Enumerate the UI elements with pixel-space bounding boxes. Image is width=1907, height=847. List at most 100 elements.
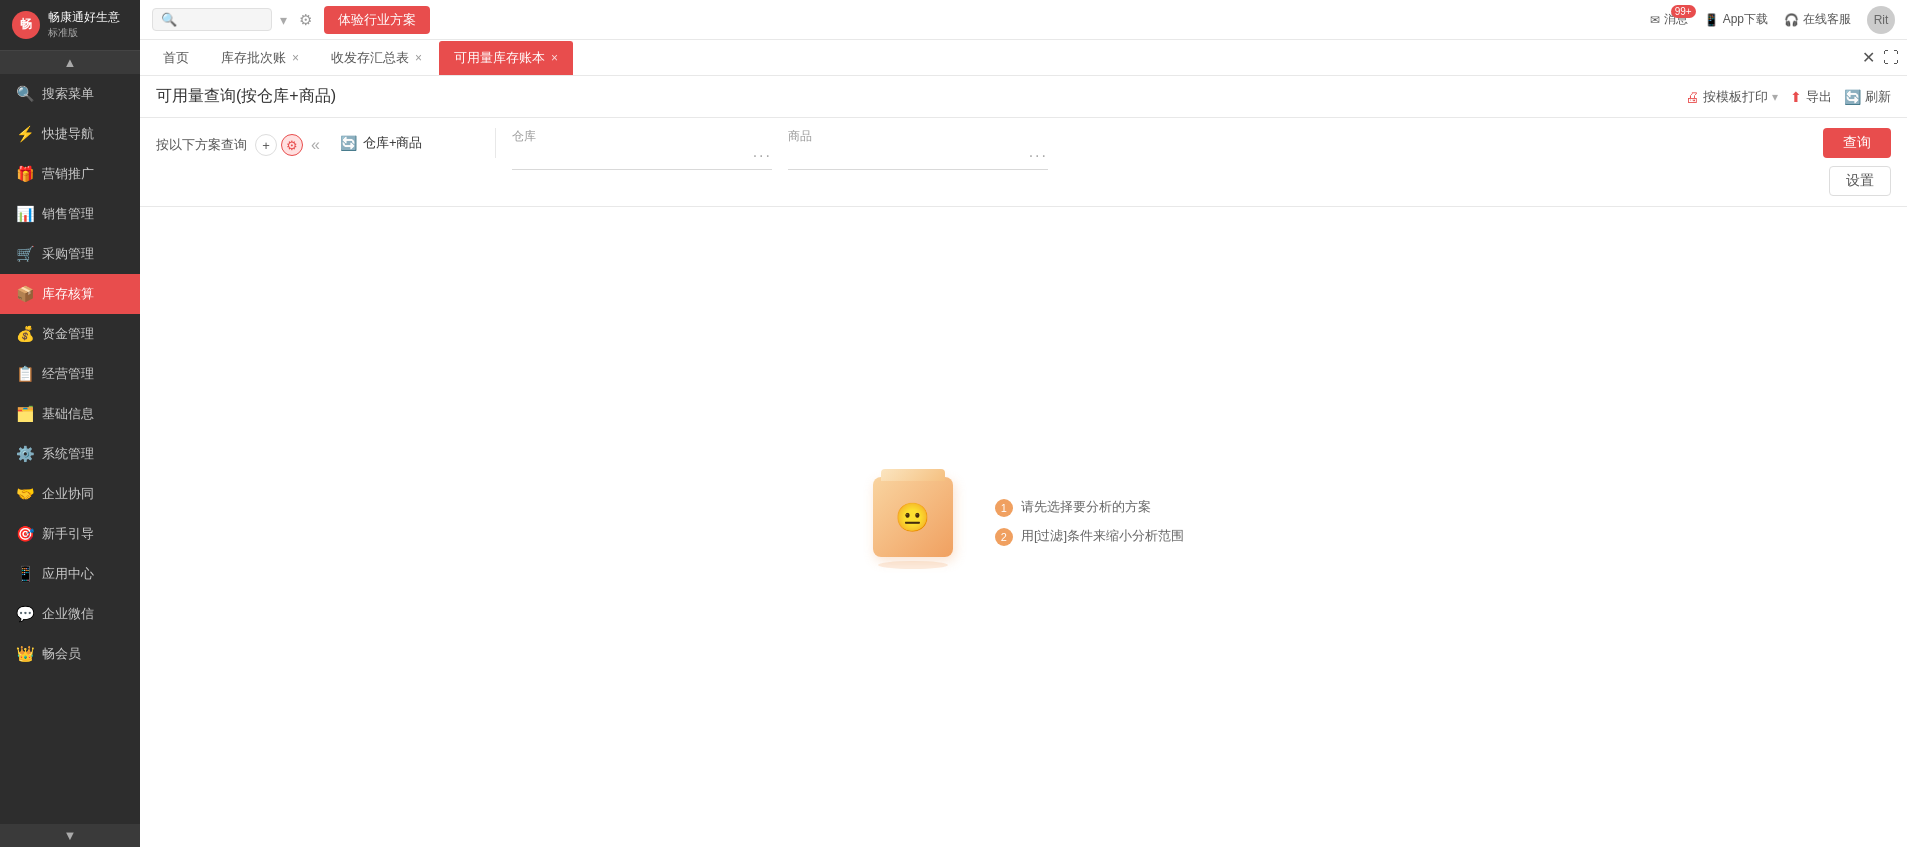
sidebar-item-label: 库存核算: [42, 285, 94, 303]
online-service-action[interactable]: 🎧 在线客服: [1784, 11, 1851, 28]
empty-hint-2: 2 用[过滤]条件来缩小分析范围: [995, 527, 1184, 546]
message-badge: 99+: [1671, 5, 1696, 18]
sidebar-item-basic-info[interactable]: 🗂️ 基础信息: [0, 394, 140, 434]
product-label: 商品: [788, 128, 1048, 145]
chart-icon: 📊: [16, 205, 34, 223]
column-settings-button[interactable]: 设置: [1829, 166, 1891, 196]
sidebar-item-marketing[interactable]: 🎁 营销推广: [0, 154, 140, 194]
print-icon: 🖨: [1685, 89, 1699, 105]
box-icon: 📦: [16, 285, 34, 303]
warehouse-input[interactable]: [512, 149, 749, 164]
refresh-label: 刷新: [1865, 88, 1891, 106]
sidebar-scroll-up[interactable]: ▲: [0, 51, 140, 74]
user-avatar[interactable]: Rit: [1867, 6, 1895, 34]
sidebar-scroll-down[interactable]: ▼: [0, 824, 140, 847]
close-all-tabs-button[interactable]: ✕: [1862, 48, 1875, 67]
sidebar-item-label: 销售管理: [42, 205, 94, 223]
empty-hint-text: 1 请先选择要分析的方案 2 用[过滤]条件来缩小分析范围: [995, 498, 1184, 556]
sidebar-item-label: 搜索菜单: [42, 85, 94, 103]
sidebar-nav: 🔍 搜索菜单 ⚡ 快捷导航 🎁 营销推广 📊 销售管理 🛒 采购管理 📦 库存核…: [0, 74, 140, 824]
sidebar-item-enterprise[interactable]: 🤝 企业协同: [0, 474, 140, 514]
scheme-item-warehouse-product[interactable]: 🔄 仓库+商品: [328, 128, 435, 158]
gift-icon: 🎁: [16, 165, 34, 183]
hint-number-1: 1: [995, 499, 1013, 517]
product-more-icon[interactable]: ···: [1029, 147, 1048, 165]
sidebar-item-inventory[interactable]: 📦 库存核算: [0, 274, 140, 314]
empty-state: 😐 1 请先选择要分析的方案 2 用[过滤]条件来缩小分析范围: [140, 207, 1907, 847]
collapse-icon[interactable]: «: [311, 128, 320, 154]
sidebar-item-quick[interactable]: ⚡ 快捷导航: [0, 114, 140, 154]
folder-icon: 🗂️: [16, 405, 34, 423]
scheme-item-label: 仓库+商品: [363, 134, 423, 152]
chat-icon: 💬: [16, 605, 34, 623]
chevron-down-icon[interactable]: ▾: [280, 12, 287, 28]
tabs-bar: 首页 库存批次账 × 收发存汇总表 × 可用量库存账本 × ✕ ⛶: [140, 40, 1907, 76]
brand-name: 畅康通好生意: [48, 10, 120, 26]
tab-label: 库存批次账: [221, 49, 286, 67]
cart-icon: 🛒: [16, 245, 34, 263]
topbar: 🔍 ▾ ⚙ 体验行业方案 ✉ 消息 99+ 📱 App下载 🎧 在线客服 Rit: [140, 0, 1907, 40]
sidebar-item-label: 企业协同: [42, 485, 94, 503]
tab-close-icon[interactable]: ×: [292, 51, 299, 65]
main-area: 🔍 ▾ ⚙ 体验行业方案 ✉ 消息 99+ 📱 App下载 🎧 在线客服 Rit: [140, 0, 1907, 847]
tab-home[interactable]: 首页: [148, 41, 204, 75]
app-download-action[interactable]: 📱 App下载: [1704, 11, 1768, 28]
settings-icon[interactable]: ⚙: [295, 7, 316, 33]
sidebar-item-label: 营销推广: [42, 165, 94, 183]
sidebar-item-system[interactable]: ⚙️ 系统管理: [0, 434, 140, 474]
page-header-actions: 🖨 按模板打印 ▾ ⬆ 导出 🔄 刷新: [1685, 88, 1891, 106]
content-area: 按以下方案查询 + ⚙ « 🔄 仓库+商品 仓库: [140, 118, 1907, 847]
filter-panel: 按以下方案查询 + ⚙ « 🔄 仓库+商品 仓库: [140, 118, 1907, 207]
sidebar-item-label: 资金管理: [42, 325, 94, 343]
export-button[interactable]: ⬆ 导出: [1790, 88, 1832, 106]
tab-batch-account[interactable]: 库存批次账 ×: [206, 41, 314, 75]
headset-icon: 🎧: [1784, 13, 1799, 27]
print-chevron-icon[interactable]: ▾: [1772, 90, 1778, 104]
clipboard-icon: 📋: [16, 365, 34, 383]
empty-box-graphic: 😐: [873, 477, 953, 557]
refresh-icon: 🔄: [1844, 89, 1861, 105]
export-icon: ⬆: [1790, 89, 1802, 105]
sidebar-item-label: 应用中心: [42, 565, 94, 583]
sidebar-item-label: 基础信息: [42, 405, 94, 423]
message-action[interactable]: ✉ 消息 99+: [1650, 11, 1688, 28]
sidebar-item-label: 经营管理: [42, 365, 94, 383]
tab-close-icon[interactable]: ×: [415, 51, 422, 65]
tab-close-icon[interactable]: ×: [551, 51, 558, 65]
sidebar-item-enterprise-wx[interactable]: 💬 企业微信: [0, 594, 140, 634]
sidebar-item-purchase[interactable]: 🛒 采购管理: [0, 234, 140, 274]
scheme-icon: 🔄: [340, 135, 357, 151]
tab-receipt-summary[interactable]: 收发存汇总表 ×: [316, 41, 437, 75]
brand-info: 畅康通好生意 标准版: [48, 10, 120, 40]
tab-available-inventory[interactable]: 可用量库存账本 ×: [439, 41, 573, 75]
product-input[interactable]: [788, 149, 1025, 164]
hint-number-2: 2: [995, 528, 1013, 546]
expand-tabs-button[interactable]: ⛶: [1883, 49, 1899, 67]
sidebar-item-label: 系统管理: [42, 445, 94, 463]
refresh-button[interactable]: 🔄 刷新: [1844, 88, 1891, 106]
sidebar-item-sales[interactable]: 📊 销售管理: [0, 194, 140, 234]
sidebar-item-app-center[interactable]: 📱 应用中心: [0, 554, 140, 594]
industry-solution-button[interactable]: 体验行业方案: [324, 6, 430, 34]
scheme-settings-button[interactable]: ⚙: [281, 134, 303, 156]
sidebar-item-membership[interactable]: 👑 畅会员: [0, 634, 140, 674]
mobile-icon: 📱: [16, 565, 34, 583]
filter-label: 按以下方案查询: [156, 128, 247, 154]
sidebar-item-search[interactable]: 🔍 搜索菜单: [0, 74, 140, 114]
sidebar-item-finance[interactable]: 💰 资金管理: [0, 314, 140, 354]
sidebar-item-label: 畅会员: [42, 645, 81, 663]
money-icon: 💰: [16, 325, 34, 343]
sidebar-item-guide[interactable]: 🎯 新手引导: [0, 514, 140, 554]
filter-left: 按以下方案查询 + ⚙ « 🔄 仓库+商品: [156, 128, 496, 158]
page-header: 可用量查询(按仓库+商品) 🖨 按模板打印 ▾ ⬆ 导出 🔄 刷新: [140, 76, 1907, 118]
topbar-search-input[interactable]: [181, 13, 261, 27]
warehouse-field: 仓库 ···: [512, 128, 772, 170]
topbar-search-box[interactable]: 🔍: [152, 8, 272, 31]
print-button[interactable]: 🖨 按模板打印 ▾: [1685, 88, 1778, 106]
sidebar-item-operations[interactable]: 📋 经营管理: [0, 354, 140, 394]
query-button[interactable]: 查询: [1823, 128, 1891, 158]
warehouse-more-icon[interactable]: ···: [753, 147, 772, 165]
filter-right-buttons: 查询 设置: [1823, 128, 1891, 196]
add-scheme-button[interactable]: +: [255, 134, 277, 156]
tab-label: 收发存汇总表: [331, 49, 409, 67]
